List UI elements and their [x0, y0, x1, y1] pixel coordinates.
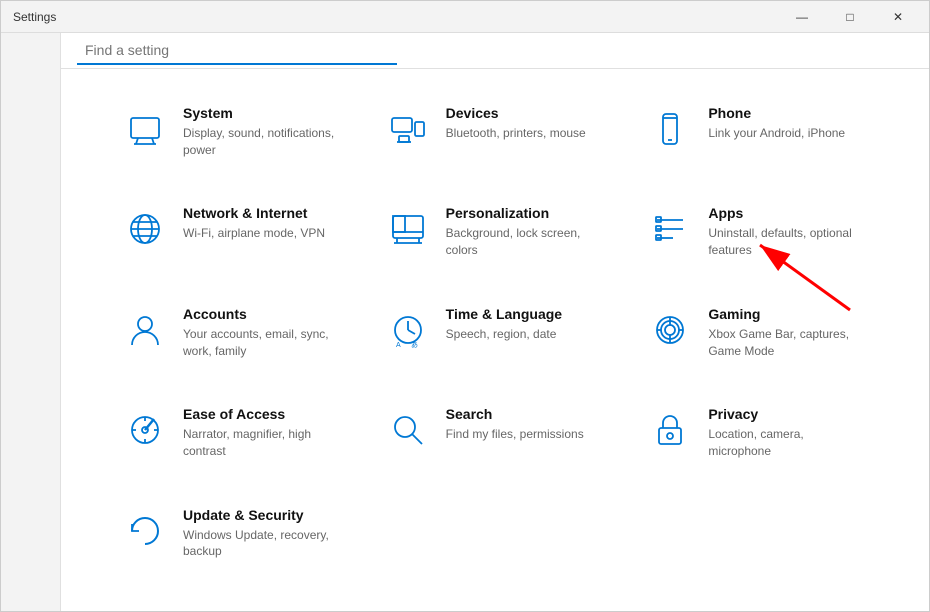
- accounts-text: Accounts Your accounts, email, sync, work…: [183, 306, 344, 360]
- network-icon: [121, 205, 169, 253]
- time-text: Time & Language Speech, region, date: [446, 306, 562, 343]
- settings-item-system[interactable]: System Display, sound, notifications, pow…: [101, 89, 364, 189]
- window-title: Settings: [13, 10, 56, 24]
- settings-item-gaming[interactable]: Gaming Xbox Game Bar, captures, Game Mode: [626, 290, 889, 390]
- settings-item-devices[interactable]: Devices Bluetooth, printers, mouse: [364, 89, 627, 189]
- apps-icon: [646, 205, 694, 253]
- settings-item-search[interactable]: Search Find my files, permissions: [364, 390, 627, 490]
- phone-text: Phone Link your Android, iPhone: [708, 105, 845, 142]
- minimize-button[interactable]: —: [779, 1, 825, 33]
- search-text: Search Find my files, permissions: [446, 406, 584, 443]
- apps-subtitle: Uninstall, defaults, optional features: [708, 225, 869, 259]
- personalization-subtitle: Background, lock screen, colors: [446, 225, 607, 259]
- search-input[interactable]: [77, 37, 397, 65]
- time-subtitle: Speech, region, date: [446, 326, 562, 343]
- devices-icon: [384, 105, 432, 153]
- personalization-title: Personalization: [446, 205, 607, 221]
- network-subtitle: Wi-Fi, airplane mode, VPN: [183, 225, 325, 242]
- settings-item-time[interactable]: A あ Time & Language Speech, region, date: [364, 290, 627, 390]
- ease-title: Ease of Access: [183, 406, 344, 422]
- phone-icon: [646, 105, 694, 153]
- gaming-title: Gaming: [708, 306, 869, 322]
- devices-subtitle: Bluetooth, printers, mouse: [446, 125, 586, 142]
- accounts-icon: [121, 306, 169, 354]
- system-text: System Display, sound, notifications, pow…: [183, 105, 344, 159]
- sidebar: [1, 33, 61, 611]
- search-subtitle: Find my files, permissions: [446, 426, 584, 443]
- settings-item-accounts[interactable]: Accounts Your accounts, email, sync, work…: [101, 290, 364, 390]
- privacy-subtitle: Location, camera, microphone: [708, 426, 869, 460]
- settings-item-network[interactable]: Network & Internet Wi-Fi, airplane mode, …: [101, 189, 364, 289]
- svg-text:A: A: [396, 342, 401, 349]
- gaming-icon: [646, 306, 694, 354]
- ease-icon: [121, 406, 169, 454]
- personalization-text: Personalization Background, lock screen, …: [446, 205, 607, 259]
- update-text: Update & Security Windows Update, recover…: [183, 507, 344, 561]
- phone-title: Phone: [708, 105, 845, 121]
- settings-item-update[interactable]: Update & Security Windows Update, recover…: [101, 491, 364, 591]
- personalization-icon: [384, 205, 432, 253]
- search-icon: [384, 406, 432, 454]
- phone-subtitle: Link your Android, iPhone: [708, 125, 845, 142]
- maximize-button[interactable]: □: [827, 1, 873, 33]
- settings-window: Settings — □ ✕ System Display, sound, not…: [0, 0, 930, 612]
- network-text: Network & Internet Wi-Fi, airplane mode, …: [183, 205, 325, 242]
- svg-text:あ: あ: [411, 341, 418, 349]
- settings-item-apps[interactable]: Apps Uninstall, defaults, optional featur…: [626, 189, 889, 289]
- content-area: System Display, sound, notifications, pow…: [1, 33, 929, 611]
- accounts-subtitle: Your accounts, email, sync, work, family: [183, 326, 344, 360]
- title-bar: Settings — □ ✕: [1, 1, 929, 33]
- privacy-text: Privacy Location, camera, microphone: [708, 406, 869, 460]
- apps-text: Apps Uninstall, defaults, optional featur…: [708, 205, 869, 259]
- gaming-text: Gaming Xbox Game Bar, captures, Game Mode: [708, 306, 869, 360]
- privacy-title: Privacy: [708, 406, 869, 422]
- devices-text: Devices Bluetooth, printers, mouse: [446, 105, 586, 142]
- settings-item-personalization[interactable]: Personalization Background, lock screen, …: [364, 189, 627, 289]
- system-icon: [121, 105, 169, 153]
- search-title: Search: [446, 406, 584, 422]
- update-icon: [121, 507, 169, 555]
- gaming-subtitle: Xbox Game Bar, captures, Game Mode: [708, 326, 869, 360]
- settings-item-ease[interactable]: Ease of Access Narrator, magnifier, high …: [101, 390, 364, 490]
- update-subtitle: Windows Update, recovery, backup: [183, 527, 344, 561]
- settings-item-privacy[interactable]: Privacy Location, camera, microphone: [626, 390, 889, 490]
- network-title: Network & Internet: [183, 205, 325, 221]
- privacy-icon: [646, 406, 694, 454]
- time-title: Time & Language: [446, 306, 562, 322]
- devices-title: Devices: [446, 105, 586, 121]
- settings-grid: System Display, sound, notifications, pow…: [61, 69, 929, 611]
- close-button[interactable]: ✕: [875, 1, 921, 33]
- window-controls: — □ ✕: [779, 1, 921, 33]
- update-title: Update & Security: [183, 507, 344, 523]
- accounts-title: Accounts: [183, 306, 344, 322]
- ease-subtitle: Narrator, magnifier, high contrast: [183, 426, 344, 460]
- search-bar: [61, 33, 929, 69]
- settings-item-phone[interactable]: Phone Link your Android, iPhone: [626, 89, 889, 189]
- ease-text: Ease of Access Narrator, magnifier, high …: [183, 406, 344, 460]
- system-subtitle: Display, sound, notifications, power: [183, 125, 344, 159]
- apps-title: Apps: [708, 205, 869, 221]
- main-panel: System Display, sound, notifications, pow…: [61, 33, 929, 611]
- time-icon: A あ: [384, 306, 432, 354]
- system-title: System: [183, 105, 344, 121]
